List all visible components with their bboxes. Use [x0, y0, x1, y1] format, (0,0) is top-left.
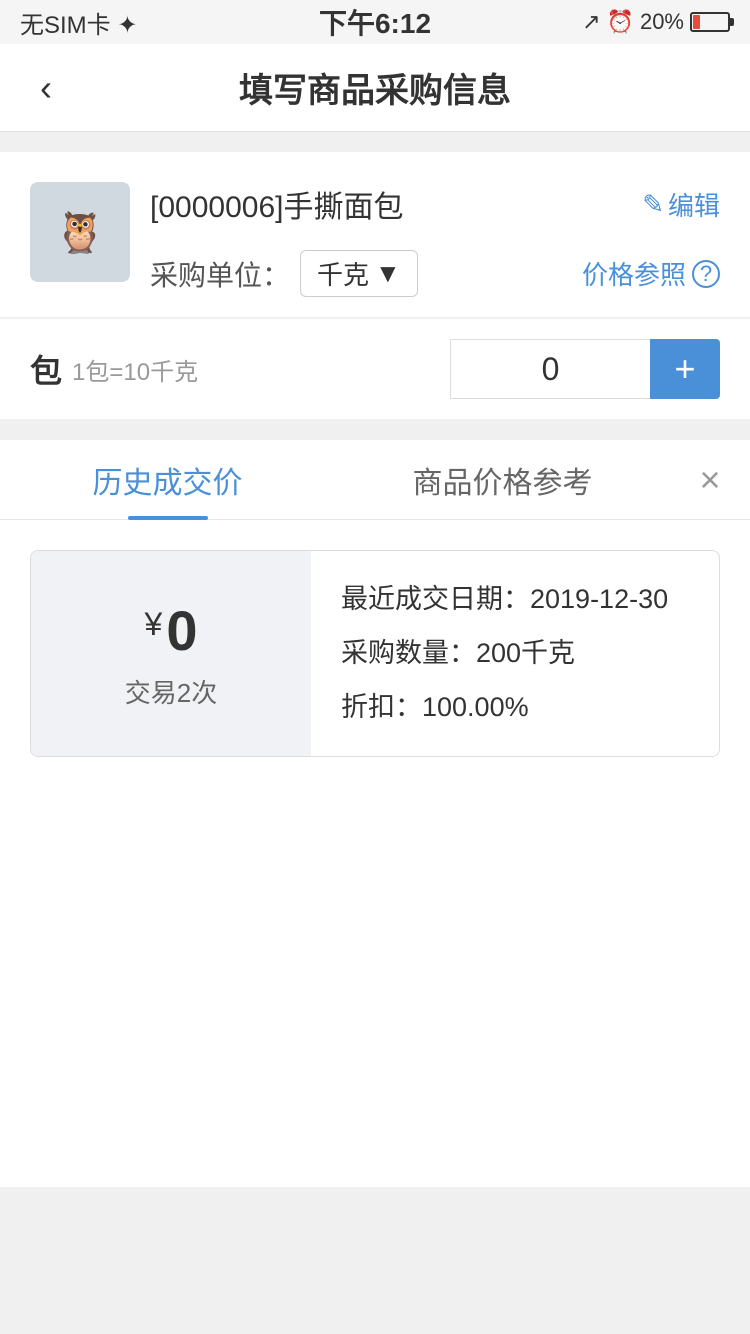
tab-history-price[interactable]: 历史成交价	[0, 440, 335, 520]
location-icon: ↗	[582, 9, 600, 35]
back-button[interactable]: ‹	[30, 57, 62, 119]
tab-product-price-ref-label: 商品价格参考	[413, 458, 593, 502]
recent-date-label: 最近成交日期：	[341, 584, 530, 614]
purchase-unit-label: 采购单位：	[150, 254, 290, 294]
dropdown-arrow-icon: ▼	[375, 258, 401, 289]
status-carrier: 无SIM卡 ✦	[20, 5, 137, 40]
price-ref-button[interactable]: 价格参照 ?	[582, 255, 720, 292]
tabs-header: 历史成交价 商品价格参考 ×	[0, 440, 750, 520]
card-price-summary: ¥ 0 交易2次	[31, 551, 311, 756]
page-title: 填写商品采购信息	[239, 63, 511, 112]
price-display: ¥ 0	[145, 598, 198, 663]
status-bar: 无SIM卡 ✦ 下午6:12 ↗ ⏰ 20%	[0, 0, 750, 44]
product-details: [0000006]手撕面包 ✎ 编辑 采购单位： 千克 ▼ 价格参照 ?	[150, 182, 720, 297]
purchase-qty-value: 200千克	[476, 638, 575, 668]
battery-icon	[690, 12, 730, 32]
card-details: 最近成交日期：2019-12-30 采购数量：200千克 折扣：100.00%	[311, 551, 719, 756]
product-section: 🦉 [0000006]手撕面包 ✎ 编辑 采购单位： 千克 ▼	[0, 152, 750, 317]
battery-percent: 20%	[640, 9, 684, 35]
recent-date-row: 最近成交日期：2019-12-30	[341, 581, 689, 619]
purchase-unit-left: 采购单位： 千克 ▼	[150, 250, 418, 297]
price-ref-label: 价格参照	[582, 255, 686, 292]
product-name: [0000006]手撕面包	[150, 182, 403, 226]
history-card: ¥ 0 交易2次 最近成交日期：2019-12-30 采购数量：200千克 折扣…	[30, 550, 720, 757]
quantity-left: 包 1包=10千克	[30, 346, 198, 392]
tab-product-price-ref[interactable]: 商品价格参考	[335, 440, 670, 520]
trade-count: 交易2次	[125, 673, 217, 710]
unit-value: 千克	[317, 255, 369, 292]
carrier-text: 无SIM卡 ✦	[20, 5, 137, 40]
purchase-qty-row: 采购数量：200千克	[341, 635, 689, 673]
product-row: 🦉 [0000006]手撕面包 ✎ 编辑 采购单位： 千克 ▼	[30, 182, 720, 297]
status-time: 下午6:12	[319, 2, 431, 42]
nav-bar: ‹ 填写商品采购信息	[0, 44, 750, 132]
discount-value: 100.00%	[422, 692, 529, 722]
price-symbol: ¥	[145, 606, 163, 643]
product-id: [0000006]	[150, 191, 283, 224]
product-icon: 🦉	[55, 209, 105, 256]
product-name-row: [0000006]手撕面包 ✎ 编辑	[150, 182, 720, 226]
purchase-unit-row: 采购单位： 千克 ▼ 价格参照 ?	[150, 250, 720, 297]
unit-note: 1包=10千克	[72, 352, 198, 387]
quantity-right: +	[450, 339, 720, 399]
quantity-plus-button[interactable]: +	[650, 339, 720, 399]
product-thumbnail: 🦉	[30, 182, 130, 282]
quantity-input[interactable]	[450, 339, 650, 399]
recent-date-value: 2019-12-30	[530, 584, 668, 614]
card-container: ¥ 0 交易2次 最近成交日期：2019-12-30 采购数量：200千克 折扣…	[0, 520, 750, 787]
price-ref-help-icon: ?	[692, 260, 720, 288]
white-fill-area	[0, 787, 750, 1187]
edit-icon: ✎	[642, 189, 664, 220]
tab-history-price-label: 历史成交价	[93, 458, 243, 502]
product-title: 手撕面包	[283, 191, 403, 224]
alarm-icon: ⏰	[607, 9, 634, 35]
edit-button[interactable]: ✎ 编辑	[642, 186, 720, 223]
tabs-section: 历史成交价 商品价格参考 × ¥ 0 交易2次 最近成交日期：2019-12-3…	[0, 440, 750, 787]
quantity-section: 包 1包=10千克 +	[0, 319, 750, 420]
tab-close-button[interactable]: ×	[670, 459, 750, 501]
discount-label: 折扣：	[341, 692, 422, 722]
price-value: 0	[166, 598, 197, 663]
status-icons: ↗ ⏰ 20%	[582, 9, 730, 35]
battery-fill	[693, 15, 700, 29]
purchase-qty-label: 采购数量：	[341, 638, 476, 668]
edit-label: 编辑	[668, 186, 720, 223]
unit-bag-label: 包	[30, 346, 62, 392]
tab-active-indicator	[128, 516, 208, 520]
discount-row: 折扣：100.00%	[341, 689, 689, 727]
unit-dropdown[interactable]: 千克 ▼	[300, 250, 418, 297]
